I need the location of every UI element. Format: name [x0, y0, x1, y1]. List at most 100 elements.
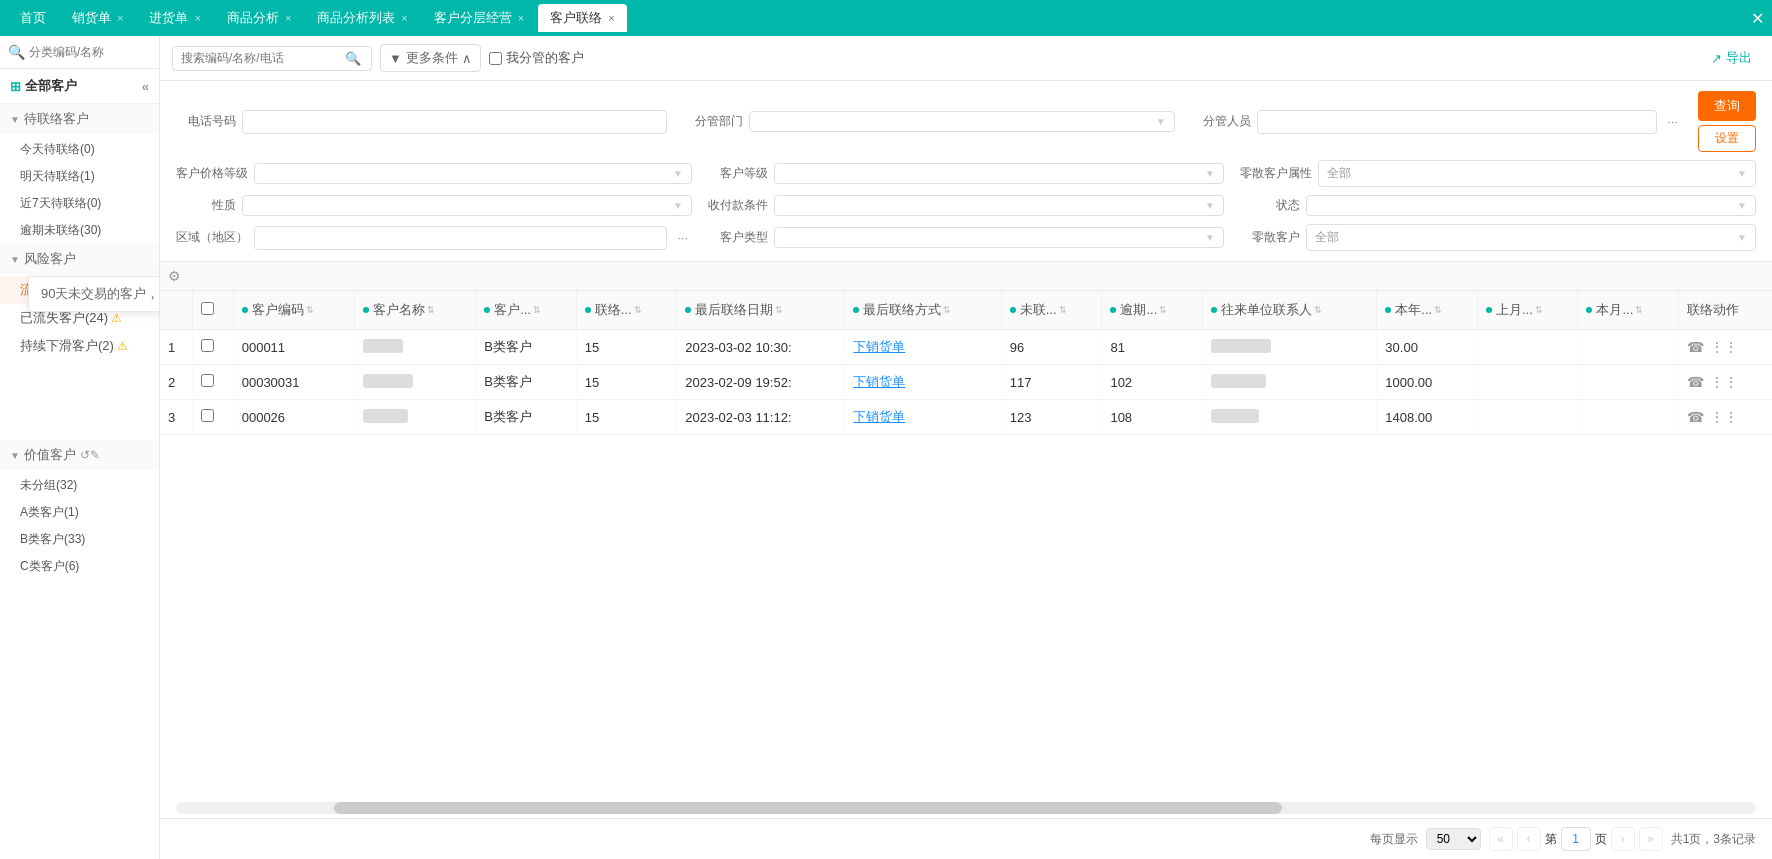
tab-close-product-analysis-list[interactable]: ×	[401, 12, 407, 24]
col-uncontact[interactable]: 未联...	[1001, 291, 1102, 330]
sidebar-item-ungrouped[interactable]: 未分组(32)	[0, 472, 159, 499]
filter-status-select[interactable]: ▼	[1306, 195, 1756, 216]
settings-button[interactable]: 设置	[1698, 125, 1756, 152]
sidebar-item-c-class[interactable]: C类客户(6)	[0, 553, 159, 580]
sidebar-item-today-pending[interactable]: 今天待联络(0)	[0, 136, 159, 163]
person-more-icon[interactable]: ···	[1663, 114, 1682, 129]
sidebar-item-declining[interactable]: 持续下滑客户(2) ⚠	[0, 332, 159, 360]
next-page-button[interactable]: ›	[1611, 827, 1635, 851]
cell-checkbox[interactable]	[192, 330, 233, 365]
tab-sales-order[interactable]: 销货单 ×	[60, 4, 135, 32]
first-page-button[interactable]: «	[1489, 827, 1513, 851]
search-input[interactable]	[181, 51, 341, 65]
sort-this-month[interactable]: 本月...	[1586, 301, 1643, 319]
sidebar-group-pending[interactable]: ▼ 待联络客户	[0, 104, 159, 134]
my-customers-checkbox-label[interactable]: 我分管的客户	[489, 49, 584, 67]
sort-uncontact[interactable]: 未联...	[1010, 301, 1067, 319]
sidebar-item-overdue-pending[interactable]: 逾期未联络(30)	[0, 217, 159, 244]
row-checkbox[interactable]	[201, 339, 214, 352]
col-customer-type[interactable]: 客户...	[476, 291, 577, 330]
tab-product-analysis[interactable]: 商品分析 ×	[215, 4, 303, 32]
col-contact-person[interactable]: 往来单位联系人	[1202, 291, 1376, 330]
phone-icon[interactable]: ☎	[1687, 374, 1704, 390]
contact-method-link[interactable]: 下销货单	[853, 409, 905, 424]
tab-customer-contact[interactable]: 客户联络 ×	[538, 4, 626, 32]
sidebar-root[interactable]: ⊞ 全部客户 «	[0, 69, 159, 104]
sort-last-method[interactable]: 最后联络方式	[853, 301, 951, 319]
last-page-button[interactable]: »	[1639, 827, 1663, 851]
sidebar-group-value[interactable]: ▼ 价值客户 ↺ ✎	[0, 440, 159, 470]
sidebar-item-a-class[interactable]: A类客户(1)	[0, 499, 159, 526]
col-this-month[interactable]: 本月...	[1578, 291, 1679, 330]
sort-overdue[interactable]: 逾期...	[1110, 301, 1167, 319]
cell-checkbox[interactable]	[192, 400, 233, 435]
filter-customer-type-select[interactable]: ▼	[774, 227, 1224, 248]
row-checkbox[interactable]	[201, 374, 214, 387]
filter-dept-select[interactable]: ▼	[749, 111, 1174, 132]
filter-customer-grade-select[interactable]: ▼	[774, 163, 1224, 184]
filter-price-grade-select[interactable]: ▼	[254, 163, 692, 184]
row-checkbox[interactable]	[201, 409, 214, 422]
query-button[interactable]: 查询	[1698, 91, 1756, 121]
filter-phone-input[interactable]	[242, 110, 667, 134]
scrollbar-thumb[interactable]	[334, 802, 1282, 814]
filter-person-input[interactable]	[1257, 110, 1657, 134]
sidebar-item-week-pending[interactable]: 近7天待联络(0)	[0, 190, 159, 217]
tab-close-purchase-order[interactable]: ×	[194, 12, 200, 24]
col-last-method[interactable]: 最后联络方式	[845, 291, 1002, 330]
refresh-icon[interactable]: ↺	[80, 448, 90, 462]
tab-home[interactable]: 首页	[8, 4, 58, 32]
col-last-month[interactable]: 上月...	[1477, 291, 1578, 330]
more-actions-icon[interactable]: ⋮⋮	[1710, 339, 1738, 355]
select-all-checkbox[interactable]	[201, 302, 214, 315]
tab-close-customer-tier[interactable]: ×	[518, 12, 524, 24]
sidebar-search-input[interactable]	[29, 45, 160, 59]
sort-contact-person[interactable]: 往来单位联系人	[1211, 301, 1322, 319]
sidebar-item-tomorrow-pending[interactable]: 明天待联络(1)	[0, 163, 159, 190]
more-actions-icon[interactable]: ⋮⋮	[1710, 409, 1738, 425]
cell-checkbox[interactable]	[192, 365, 233, 400]
col-checkbox[interactable]	[192, 291, 233, 330]
page-size-select[interactable]: 50 100 200	[1426, 828, 1481, 850]
col-last-date[interactable]: 最后联络日期	[677, 291, 845, 330]
sort-contact[interactable]: 联络...	[585, 301, 642, 319]
sort-name[interactable]: 客户名称	[363, 301, 435, 319]
tab-close-customer-contact[interactable]: ×	[608, 12, 614, 24]
table-settings-icon[interactable]: ⚙	[168, 268, 181, 284]
region-more-icon[interactable]: ···	[673, 230, 692, 245]
edit-icon[interactable]: ✎	[90, 448, 100, 462]
phone-icon[interactable]: ☎	[1687, 409, 1704, 425]
filter-zero-customer-select[interactable]: 全部 ▼	[1306, 224, 1756, 251]
col-code[interactable]: 客户编码	[233, 291, 354, 330]
sort-code[interactable]: 客户编码	[242, 301, 314, 319]
more-actions-icon[interactable]: ⋮⋮	[1710, 374, 1738, 390]
filter-gender-select[interactable]: ▼	[242, 195, 692, 216]
horizontal-scrollbar[interactable]	[176, 802, 1756, 814]
filter-zero-attr-select[interactable]: 全部 ▼	[1318, 160, 1756, 187]
sort-last-date[interactable]: 最后联络日期	[685, 301, 783, 319]
phone-icon[interactable]: ☎	[1687, 339, 1704, 355]
tab-purchase-order[interactable]: 进货单 ×	[137, 4, 212, 32]
tab-close-sales-order[interactable]: ×	[117, 12, 123, 24]
filter-region-input[interactable]	[254, 226, 667, 250]
sort-last-month[interactable]: 上月...	[1486, 301, 1543, 319]
sidebar-collapse-icon[interactable]: «	[142, 79, 149, 94]
sort-type[interactable]: 客户...	[484, 301, 541, 319]
filter-payment-select[interactable]: ▼	[774, 195, 1224, 216]
tab-close-product-analysis[interactable]: ×	[285, 12, 291, 24]
window-close-icon[interactable]: ✕	[1751, 9, 1764, 28]
more-filters-button[interactable]: ▼ 更多条件 ∧	[380, 44, 481, 72]
sort-this-year[interactable]: 本年...	[1385, 301, 1442, 319]
my-customers-checkbox[interactable]	[489, 52, 502, 65]
page-input[interactable]	[1561, 827, 1591, 851]
tab-customer-tier[interactable]: 客户分层经营 ×	[422, 4, 536, 32]
prev-page-button[interactable]: ‹	[1517, 827, 1541, 851]
contact-method-link[interactable]: 下销货单	[853, 374, 905, 389]
tab-product-analysis-list[interactable]: 商品分析列表 ×	[305, 4, 419, 32]
export-button[interactable]: ↗ 导出	[1703, 45, 1760, 71]
contact-method-link[interactable]: 下销货单	[853, 339, 905, 354]
sidebar-group-risk[interactable]: ▼ 风险客户	[0, 244, 159, 274]
search-submit-icon[interactable]: 🔍	[345, 51, 361, 66]
col-overdue[interactable]: 逾期...	[1102, 291, 1203, 330]
sidebar-item-b-class[interactable]: B类客户(33)	[0, 526, 159, 553]
